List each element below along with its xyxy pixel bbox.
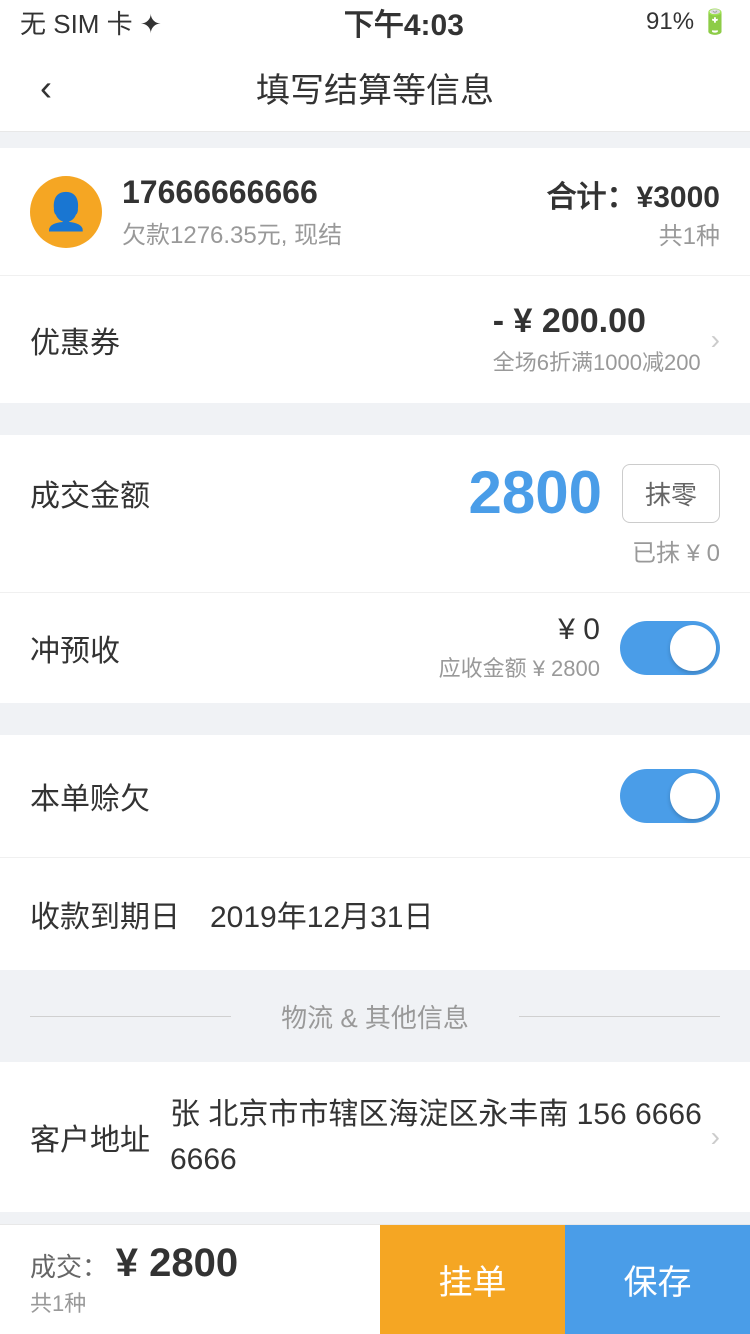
footer-deal-label: 成交： — [30, 1252, 108, 1282]
prepay-row: 冲预收 ¥ 0 应收金额 ¥ 2800 — [0, 592, 750, 703]
footer-info: 成交： ¥ 2800 共1种 — [0, 1241, 380, 1318]
deal-sub: 已抹 ¥ 0 — [0, 533, 750, 592]
user-phone: 17666666666 — [122, 174, 342, 211]
divider-text: 物流 & 其他信息 — [281, 998, 469, 1035]
header: ‹ 填写结算等信息 — [0, 44, 750, 132]
status-bar: 无 SIM 卡 ✦ 下午4:03 91% 🔋 — [0, 0, 750, 44]
prepay-sub-amount: 应收金额 ¥ 2800 — [439, 651, 600, 683]
address-label: 客户地址 — [30, 1115, 150, 1159]
coupon-row[interactable]: 优惠券 - ¥ 200.00 全场6折满1000减200 › — [0, 276, 750, 403]
address-chevron-icon: › — [711, 1121, 720, 1153]
carrier-label: 无 SIM 卡 ✦ — [20, 4, 162, 41]
user-info-row: 👤 17666666666 欠款1276.35元, 现结 合计：¥3000 共1… — [0, 148, 750, 276]
section-gap-2 — [0, 703, 750, 719]
battery-label: 91% — [646, 8, 694, 36]
page-title: 填写结算等信息 — [256, 63, 494, 112]
avatar-icon: 👤 — [44, 191, 89, 233]
footer: 成交： ¥ 2800 共1种 挂单 保存 — [0, 1224, 750, 1334]
coupon-amount: - ¥ 200.00 — [493, 302, 701, 341]
address-row[interactable]: 客户地址 张 北京市市辖区海淀区永丰南 156 6666 6666 › — [0, 1062, 750, 1212]
address-value: 张 北京市市辖区海淀区永丰南 156 6666 6666 — [170, 1092, 711, 1182]
divider-line-left — [30, 1016, 231, 1017]
due-date-row: 收款到期日 2019年12月31日 — [0, 857, 750, 970]
divider-section: 物流 & 其他信息 — [0, 986, 750, 1046]
pending-button[interactable]: 挂单 — [380, 1225, 565, 1334]
coupon-label: 优惠券 — [30, 318, 120, 362]
deal-amount-row: 成交金额 2800 抹零 — [0, 435, 750, 533]
deal-amount-label: 成交金额 — [30, 471, 150, 515]
coupon-desc: 全场6折满1000减200 — [493, 345, 701, 377]
footer-amount: ¥ 2800 — [116, 1241, 238, 1285]
credit-label: 本单赊欠 — [30, 774, 150, 818]
status-right: 91% 🔋 — [646, 8, 730, 37]
prepay-main-amount: ¥ 0 — [439, 613, 600, 647]
credit-toggle[interactable] — [620, 769, 720, 823]
status-time: 下午4:03 — [344, 0, 464, 44]
total-amount: 合计：¥3000 — [547, 172, 720, 216]
prepay-label: 冲预收 — [30, 626, 120, 670]
footer-count: 共1种 — [30, 1286, 350, 1318]
back-button[interactable]: ‹ — [30, 57, 62, 119]
save-button[interactable]: 保存 — [565, 1225, 750, 1334]
section-gap-1 — [0, 403, 750, 419]
prepay-toggle[interactable] — [620, 621, 720, 675]
status-left: 无 SIM 卡 ✦ — [20, 4, 162, 41]
battery-icon: 🔋 — [700, 8, 730, 37]
user-subtitle: 欠款1276.35元, 现结 — [122, 215, 342, 250]
chevron-right-icon: › — [711, 324, 720, 356]
round-button[interactable]: 抹零 — [622, 464, 720, 523]
deal-amount-value: 2800 — [469, 463, 602, 523]
due-date-value: 2019年12月31日 — [210, 892, 433, 936]
total-count: 共1种 — [547, 216, 720, 251]
avatar: 👤 — [30, 176, 102, 248]
credit-row: 本单赊欠 — [0, 735, 750, 857]
due-date-label: 收款到期日 — [30, 892, 180, 936]
divider-line-right — [519, 1016, 720, 1017]
